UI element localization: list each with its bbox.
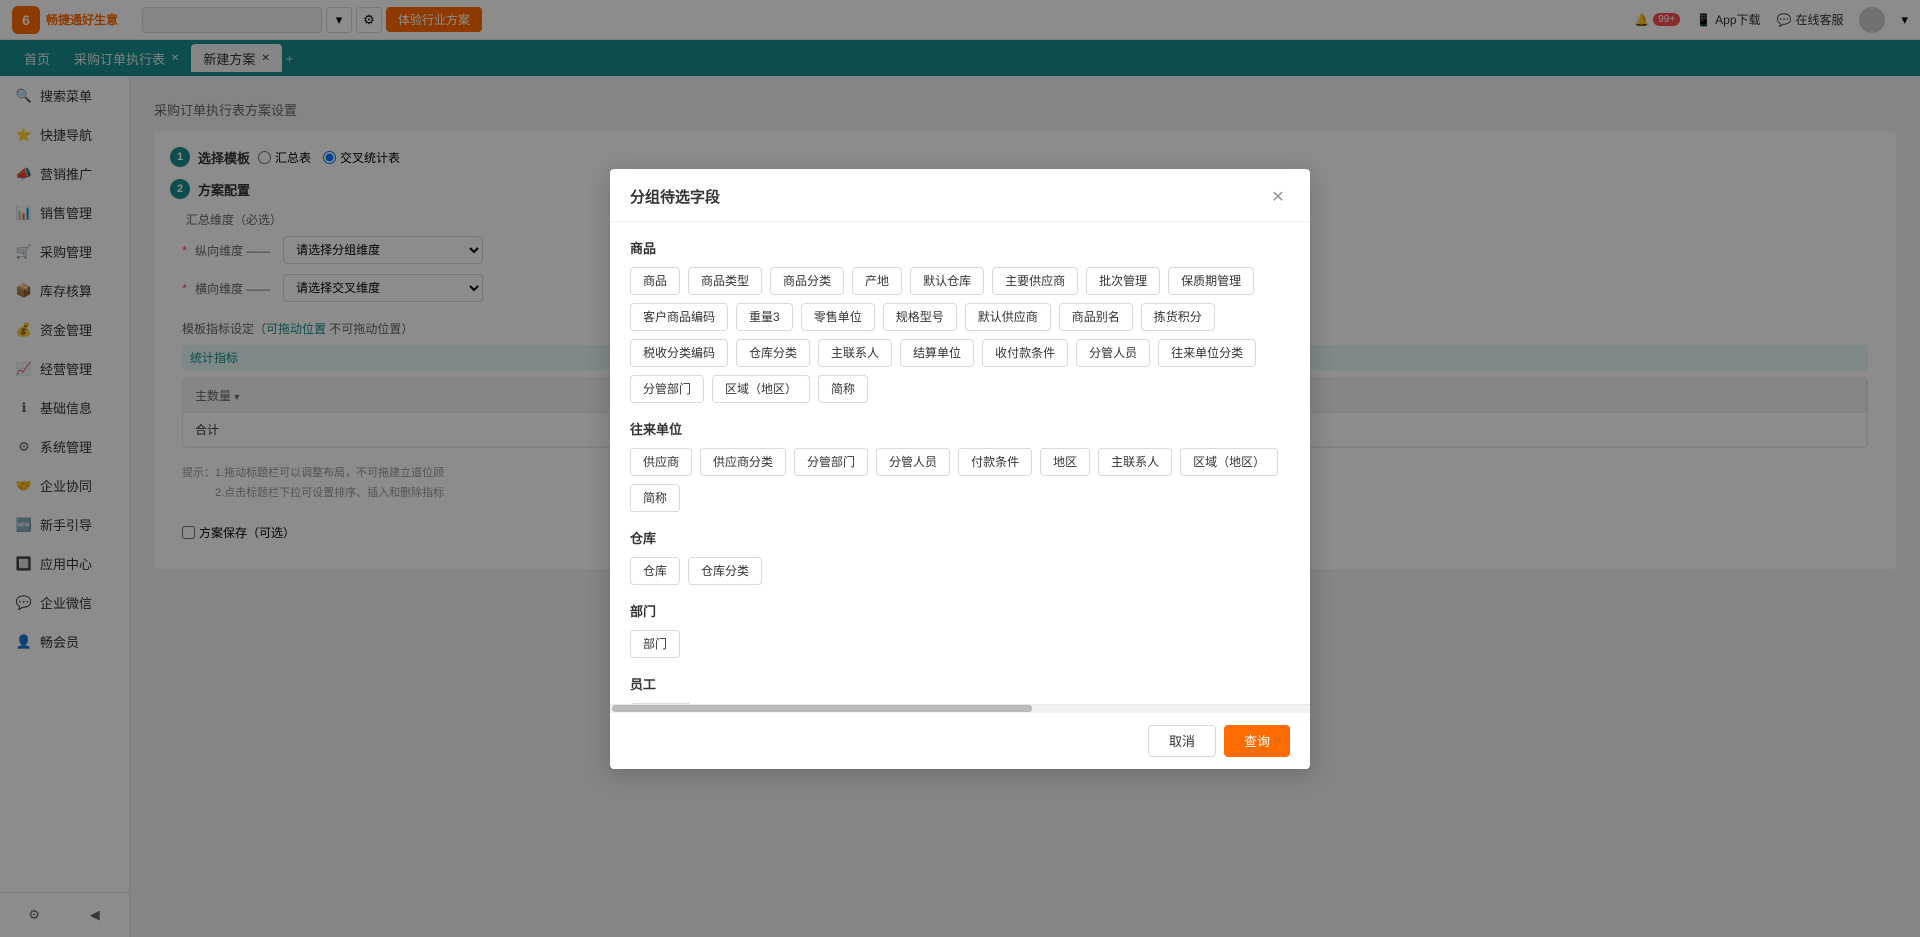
section-partner: 往来单位 供应商 供应商分类 分管部门 分管人员 付款条件 地区 主联系人 区域… — [630, 419, 1290, 512]
field-partner-person[interactable]: 分管人员 — [876, 448, 950, 476]
field-default-supplier[interactable]: 默认供应商 — [965, 303, 1051, 331]
field-main-supplier[interactable]: 主要供应商 — [992, 267, 1078, 295]
field-short-name[interactable]: 简称 — [818, 375, 868, 403]
field-counterpart-category[interactable]: 往来单位分类 — [1158, 339, 1256, 367]
field-pick-points[interactable]: 拣货积分 — [1141, 303, 1215, 331]
field-product-type[interactable]: 商品类型 — [688, 267, 762, 295]
field-select-modal: 分组待选字段 ✕ 商品 商品 商品类型 商品分类 产地 默认仓库 主要供应商 批… — [610, 169, 1310, 769]
modal-body[interactable]: 商品 商品 商品类型 商品分类 产地 默认仓库 主要供应商 批次管理 保质期管理… — [610, 222, 1310, 704]
section-partner-title: 往来单位 — [630, 419, 1290, 438]
field-payment-terms[interactable]: 收付款条件 — [982, 339, 1068, 367]
section-warehouse-title: 仓库 — [630, 528, 1290, 547]
field-expiry-management[interactable]: 保质期管理 — [1168, 267, 1254, 295]
field-supplier[interactable]: 供应商 — [630, 448, 692, 476]
cancel-button[interactable]: 取消 — [1148, 725, 1216, 757]
field-area[interactable]: 区域（地区） — [712, 375, 810, 403]
modal-footer: 取消 查询 — [610, 712, 1310, 769]
field-warehouse-category2[interactable]: 仓库分类 — [688, 557, 762, 585]
modal-overlay: 分组待选字段 ✕ 商品 商品 商品类型 商品分类 产地 默认仓库 主要供应商 批… — [0, 0, 1920, 937]
confirm-button[interactable]: 查询 — [1224, 725, 1290, 757]
section-employee-title: 员工 — [630, 674, 1290, 693]
field-tax-code[interactable]: 税收分类编码 — [630, 339, 728, 367]
field-partner-payment[interactable]: 付款条件 — [958, 448, 1032, 476]
section-product: 商品 商品 商品类型 商品分类 产地 默认仓库 主要供应商 批次管理 保质期管理… — [630, 238, 1290, 403]
section-employee: 员工 业务员 — [630, 674, 1290, 704]
field-supplier-category[interactable]: 供应商分类 — [700, 448, 786, 476]
field-manage-dept[interactable]: 分管部门 — [630, 375, 704, 403]
modal-horizontal-scrollbar[interactable] — [610, 704, 1310, 712]
section-product-tags: 商品 商品类型 商品分类 产地 默认仓库 主要供应商 批次管理 保质期管理 客户… — [630, 267, 1290, 403]
section-dept-title: 部门 — [630, 601, 1290, 620]
field-spec-model[interactable]: 规格型号 — [883, 303, 957, 331]
field-product-alias[interactable]: 商品别名 — [1059, 303, 1133, 331]
field-partner-contact[interactable]: 主联系人 — [1098, 448, 1172, 476]
section-warehouse-tags: 仓库 仓库分类 — [630, 557, 1290, 585]
section-warehouse: 仓库 仓库 仓库分类 — [630, 528, 1290, 585]
field-warehouse[interactable]: 仓库 — [630, 557, 680, 585]
field-partner-area[interactable]: 地区 — [1040, 448, 1090, 476]
section-product-title: 商品 — [630, 238, 1290, 257]
field-product[interactable]: 商品 — [630, 267, 680, 295]
field-customer-product-code[interactable]: 客户商品编码 — [630, 303, 728, 331]
modal-title: 分组待选字段 — [630, 186, 720, 207]
field-dept[interactable]: 部门 — [630, 630, 680, 658]
modal-close-button[interactable]: ✕ — [1266, 185, 1290, 209]
section-dept: 部门 部门 — [630, 601, 1290, 658]
field-settlement-unit[interactable]: 结算单位 — [900, 339, 974, 367]
field-retail-unit[interactable]: 零售单位 — [801, 303, 875, 331]
section-partner-tags: 供应商 供应商分类 分管部门 分管人员 付款条件 地区 主联系人 区域（地区） … — [630, 448, 1290, 512]
field-partner-short-name[interactable]: 简称 — [630, 484, 680, 512]
field-product-category[interactable]: 商品分类 — [770, 267, 844, 295]
field-partner-region[interactable]: 区域（地区） — [1180, 448, 1278, 476]
field-batch-management[interactable]: 批次管理 — [1086, 267, 1160, 295]
field-warehouse-category[interactable]: 仓库分类 — [736, 339, 810, 367]
field-default-warehouse[interactable]: 默认仓库 — [910, 267, 984, 295]
modal-header: 分组待选字段 ✕ — [610, 169, 1310, 222]
field-main-contact[interactable]: 主联系人 — [818, 339, 892, 367]
field-weight3[interactable]: 重量3 — [736, 303, 793, 331]
section-dept-tags: 部门 — [630, 630, 1290, 658]
field-supervisor[interactable]: 分管人员 — [1076, 339, 1150, 367]
field-origin[interactable]: 产地 — [852, 267, 902, 295]
field-partner-dept[interactable]: 分管部门 — [794, 448, 868, 476]
